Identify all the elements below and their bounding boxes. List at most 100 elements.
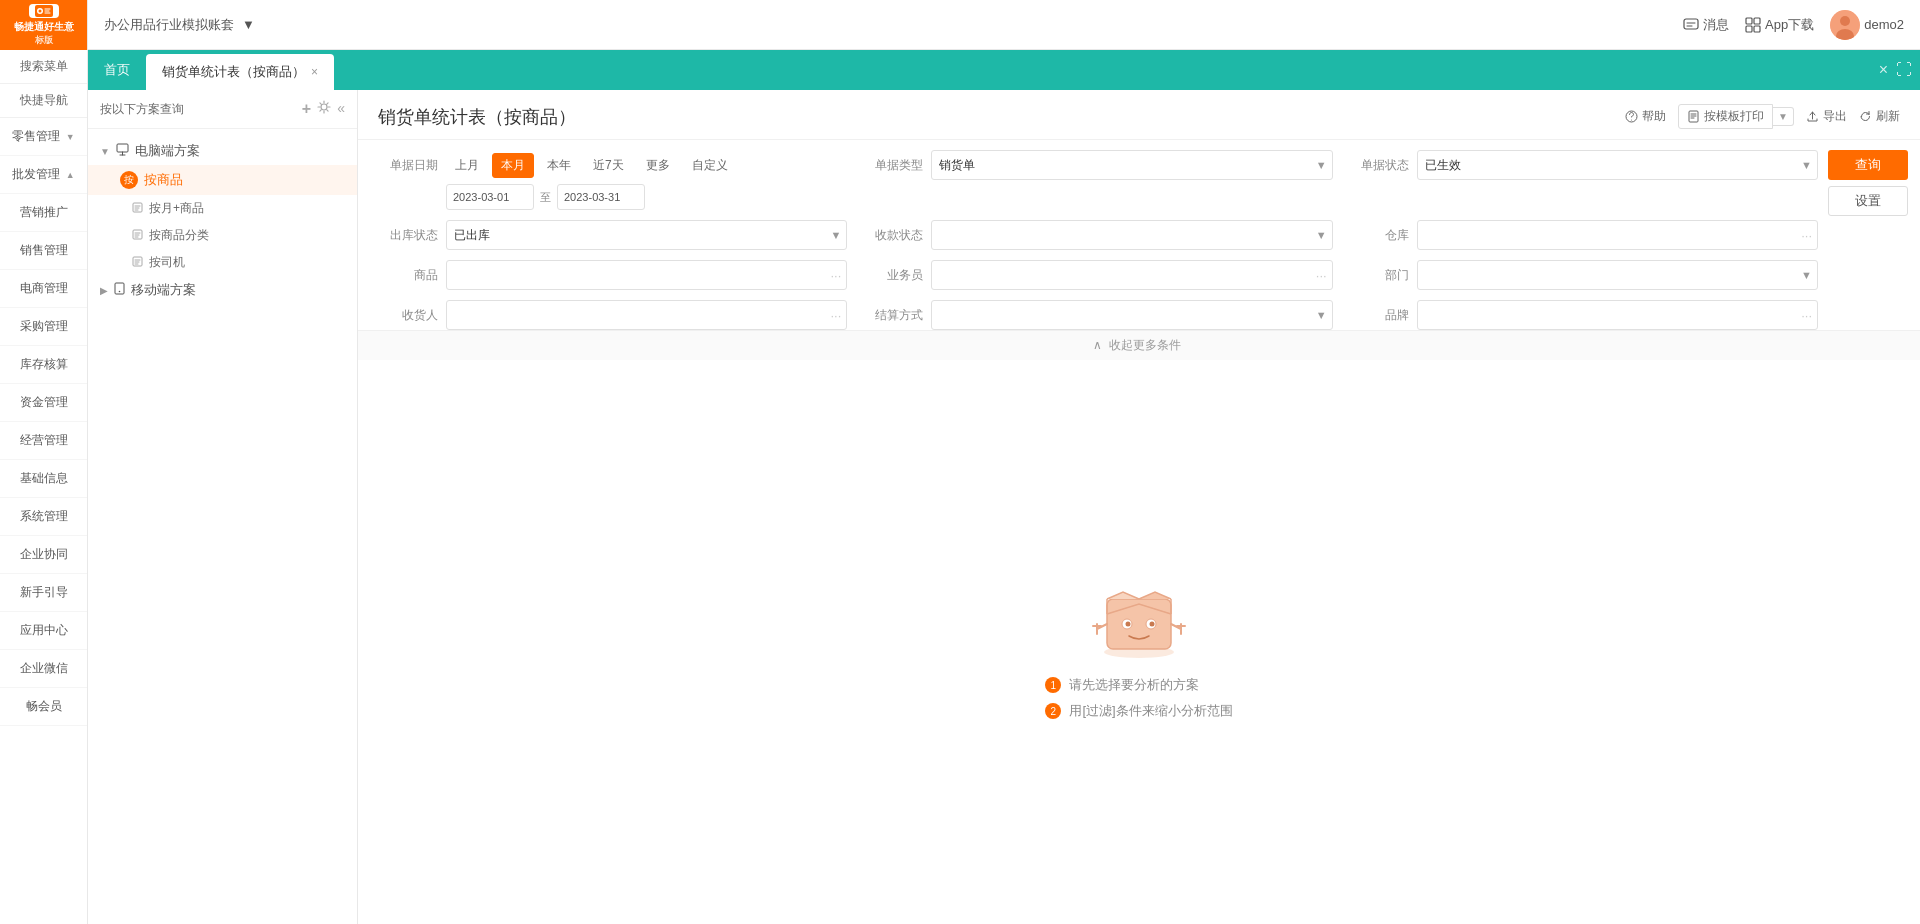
- sidebar-item-cooperation[interactable]: 企业协同: [0, 536, 87, 574]
- sidebar-item-finance[interactable]: 资金管理: [0, 384, 87, 422]
- brand-label: 品牌: [1349, 307, 1417, 324]
- date-tab-7days[interactable]: 近7天: [584, 153, 633, 178]
- search-menu-item[interactable]: 搜索菜单: [0, 50, 87, 84]
- recv-status-input[interactable]: [931, 220, 1332, 250]
- settle-filter-cell: 结算方式 ▼: [863, 300, 1332, 330]
- sidebar-item-wholesale[interactable]: 批发管理 ▲: [0, 156, 87, 194]
- sidebar-item-inventory[interactable]: 库存核算: [0, 346, 87, 384]
- refresh-btn[interactable]: 刷新: [1859, 108, 1900, 125]
- top-header: 办公用品行业模拟账套 ▼ 消息 App下载: [88, 0, 1920, 50]
- print-template-btn[interactable]: 按模板打印: [1678, 104, 1773, 129]
- wholesale-arrow: ▲: [66, 170, 75, 180]
- tab-maximize-btn[interactable]: ⛶: [1896, 61, 1912, 79]
- scheme-item-by-month-goods[interactable]: 按月+商品: [88, 195, 357, 222]
- export-btn[interactable]: 导出: [1806, 108, 1847, 125]
- filter-section: 单据日期 上月 本月 本年 近7天 更多 自定义: [358, 140, 1920, 360]
- date-from-input[interactable]: [446, 184, 534, 210]
- receiver-input[interactable]: [446, 300, 847, 330]
- sidebar-item-purchase[interactable]: 采购管理: [0, 308, 87, 346]
- add-scheme-icon[interactable]: +: [302, 100, 311, 118]
- scheme-label: 按以下方案查询: [100, 101, 184, 118]
- tab-home-label: 首页: [104, 61, 130, 79]
- filter-row-2: 出库状态 已出库 ▼ 收款状态: [378, 220, 1818, 250]
- collapse-panel-icon[interactable]: «: [337, 100, 345, 118]
- message-btn[interactable]: 消息: [1683, 16, 1729, 34]
- sidebar-item-marketing[interactable]: 营销推广: [0, 194, 87, 232]
- retail-arrow: ▼: [66, 132, 75, 142]
- print-dropdown-btn[interactable]: ▼: [1773, 107, 1794, 126]
- print-icon: [1687, 110, 1700, 123]
- settle-label: 结算方式: [863, 307, 931, 324]
- sidebar-item-basics[interactable]: 基础信息: [0, 460, 87, 498]
- svg-rect-4: [1746, 18, 1752, 24]
- sidebar: 畅捷通好生意 标版 搜索菜单 快捷导航 零售管理 ▼ 批发管理 ▲ 营销推广 销…: [0, 0, 88, 924]
- collapse-icon: ∧: [1093, 338, 1102, 352]
- warehouse-dots[interactable]: ···: [1801, 228, 1812, 243]
- salesman-input[interactable]: [931, 260, 1332, 290]
- empty-illustration: [1079, 564, 1199, 664]
- receiver-dots[interactable]: ···: [830, 308, 841, 323]
- app-download-btn[interactable]: App下载: [1745, 16, 1814, 34]
- svg-rect-22: [1107, 599, 1171, 649]
- user-profile-btn[interactable]: demo2: [1830, 10, 1904, 40]
- goods-input[interactable]: [446, 260, 847, 290]
- workspace-selector[interactable]: 办公用品行业模拟账套 ▼: [104, 16, 255, 34]
- goods-dots[interactable]: ···: [830, 268, 841, 283]
- salesman-dots[interactable]: ···: [1316, 268, 1327, 283]
- help-btn[interactable]: 帮助: [1625, 108, 1666, 125]
- settings-scheme-icon[interactable]: [317, 100, 331, 118]
- svg-rect-16: [115, 283, 124, 294]
- sidebar-item-sales[interactable]: 销售管理: [0, 232, 87, 270]
- tab-active[interactable]: 销货单统计表（按商品） ×: [146, 54, 334, 90]
- date-tab-last-month[interactable]: 上月: [446, 153, 488, 178]
- mobile-section-header[interactable]: ▶ 移动端方案: [88, 276, 357, 304]
- settings-button[interactable]: 设置: [1828, 186, 1908, 216]
- recv-status-filter-cell: 收款状态 ▼: [863, 220, 1332, 250]
- sidebar-item-operations[interactable]: 经营管理: [0, 422, 87, 460]
- scheme-item-by-driver[interactable]: 按司机: [88, 249, 357, 276]
- date-to-input[interactable]: [557, 184, 645, 210]
- desktop-section-header[interactable]: ▼ 电脑端方案: [88, 137, 357, 165]
- receiver-control: ···: [446, 300, 847, 330]
- date-tab-this-month[interactable]: 本月: [492, 153, 534, 178]
- sidebar-item-guide[interactable]: 新手引导: [0, 574, 87, 612]
- scheme-item-by-category[interactable]: 按商品分类: [88, 222, 357, 249]
- scheme-item-by-driver-label: 按司机: [149, 254, 185, 271]
- brand-dots[interactable]: ···: [1801, 308, 1812, 323]
- refresh-icon: [1859, 110, 1872, 123]
- out-status-control: 已出库 ▼: [446, 220, 847, 250]
- tab-close-btn[interactable]: ×: [1879, 61, 1888, 79]
- date-tab-more[interactable]: 更多: [637, 153, 679, 178]
- doc-type-input[interactable]: [931, 150, 1332, 180]
- query-button[interactable]: 查询: [1828, 150, 1908, 180]
- tab-active-label: 销货单统计表（按商品）: [162, 63, 305, 81]
- sidebar-item-member[interactable]: 畅会员: [0, 688, 87, 726]
- doc-status-input[interactable]: [1417, 150, 1818, 180]
- date-tab-custom[interactable]: 自定义: [683, 153, 737, 178]
- collapse-bar[interactable]: ∧ 收起更多条件: [358, 330, 1920, 360]
- sidebar-item-retail[interactable]: 零售管理 ▼: [0, 118, 87, 156]
- scheme-item-by-goods[interactable]: 按 按商品: [88, 165, 357, 195]
- svg-point-17: [119, 291, 121, 293]
- tab-home[interactable]: 首页: [88, 50, 146, 90]
- tab-close-icon[interactable]: ×: [311, 65, 318, 79]
- dept-input[interactable]: [1417, 260, 1818, 290]
- filter-top-row: 单据日期 上月 本月 本年 近7天 更多 自定义: [358, 140, 1920, 330]
- sidebar-item-wechat[interactable]: 企业微信: [0, 650, 87, 688]
- page-title-actions: 帮助 按模板打印 ▼ 导出 刷新: [1625, 104, 1900, 129]
- date-separator: 至: [540, 190, 551, 205]
- sidebar-item-ecommerce[interactable]: 电商管理: [0, 270, 87, 308]
- warehouse-input[interactable]: [1417, 220, 1818, 250]
- brand-filter-cell: 品牌 ···: [1349, 300, 1818, 330]
- sidebar-item-apps[interactable]: 应用中心: [0, 612, 87, 650]
- brand-input[interactable]: [1417, 300, 1818, 330]
- out-status-input[interactable]: [446, 220, 847, 250]
- left-panel: 按以下方案查询 + « ▼ 电脑端方案: [88, 90, 358, 924]
- quick-nav-item[interactable]: 快捷导航: [0, 84, 87, 118]
- app-download-label: App下载: [1765, 16, 1814, 34]
- sidebar-item-system[interactable]: 系统管理: [0, 498, 87, 536]
- salesman-filter-cell: 业务员 ···: [863, 260, 1332, 290]
- date-tab-this-year[interactable]: 本年: [538, 153, 580, 178]
- svg-rect-12: [117, 144, 128, 152]
- settle-input[interactable]: [931, 300, 1332, 330]
